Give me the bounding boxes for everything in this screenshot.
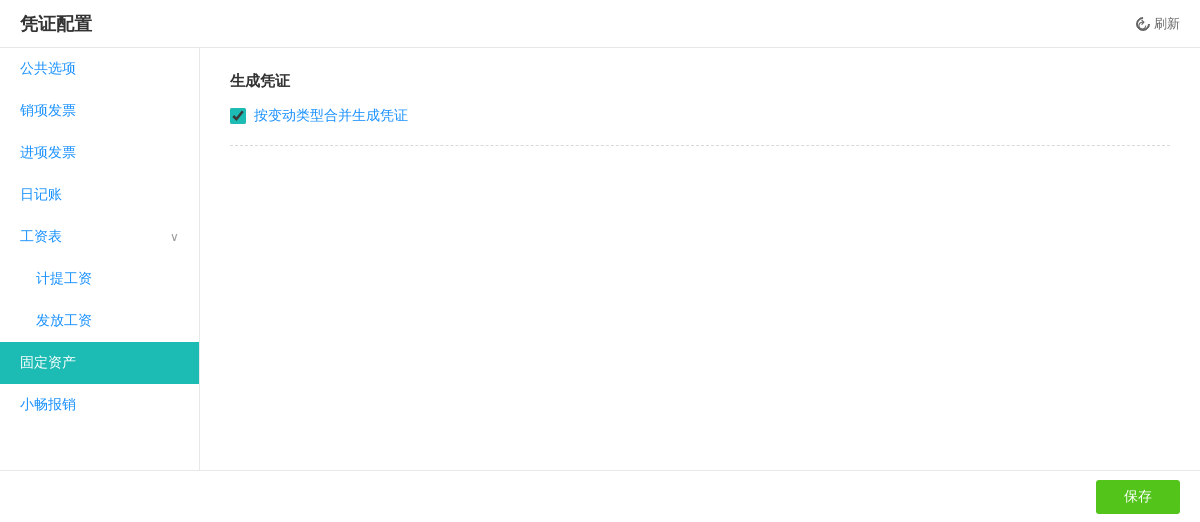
main-layout: 公共选项销项发票进项发票日记账工资表 ∨ 计提工资发放工资固定资产小畅报销 生成凭证…: [0, 48, 1200, 470]
sidebar-item-purchase-invoice[interactable]: 进项发票: [0, 132, 199, 174]
sidebar-item-label: 进项发票: [20, 144, 76, 162]
section-divider: [230, 145, 1170, 146]
sidebar-item-label: 固定资产: [20, 354, 76, 372]
sidebar-item-fixed-assets[interactable]: 固定资产: [0, 342, 199, 384]
page-title: 凭证配置: [20, 12, 92, 36]
sidebar-item-label: 计提工资: [36, 270, 92, 288]
sidebar-item-label: 销项发票: [20, 102, 76, 120]
refresh-label: 刷新: [1154, 15, 1180, 33]
content-area: 生成凭证 按变动类型合并生成凭证: [200, 48, 1200, 470]
sidebar-item-label: 工资表: [20, 228, 62, 246]
refresh-button[interactable]: ↻ 刷新: [1136, 15, 1180, 33]
sidebar-item-payroll[interactable]: 工资表 ∨: [0, 216, 199, 258]
sidebar-item-pay-salary[interactable]: 发放工资: [0, 300, 199, 342]
sidebar-item-expense[interactable]: 小畅报销: [0, 384, 199, 426]
sidebar-item-journal[interactable]: 日记账: [0, 174, 199, 216]
header: 凭证配置 ↻ 刷新: [0, 0, 1200, 48]
sidebar-item-public[interactable]: 公共选项: [0, 48, 199, 90]
refresh-icon: ↻: [1133, 14, 1153, 34]
sidebar: 公共选项销项发票进项发票日记账工资表 ∨ 计提工资发放工资固定资产小畅报销: [0, 48, 200, 470]
chevron-down-icon: ∨: [170, 230, 179, 244]
sidebar-item-label: 发放工资: [36, 312, 92, 330]
save-button[interactable]: 保存: [1096, 480, 1180, 514]
sidebar-item-label: 小畅报销: [20, 396, 76, 414]
merge-voucher-checkbox[interactable]: [230, 108, 246, 124]
footer: 保存: [0, 470, 1200, 522]
sidebar-item-label: 日记账: [20, 186, 62, 204]
section-title: 生成凭证: [230, 72, 1170, 91]
sidebar-item-label: 公共选项: [20, 60, 76, 78]
merge-voucher-label[interactable]: 按变动类型合并生成凭证: [254, 107, 408, 125]
sidebar-item-calculate-salary[interactable]: 计提工资: [0, 258, 199, 300]
sidebar-item-sales-invoice[interactable]: 销项发票: [0, 90, 199, 132]
checkbox-row: 按变动类型合并生成凭证: [230, 107, 1170, 125]
